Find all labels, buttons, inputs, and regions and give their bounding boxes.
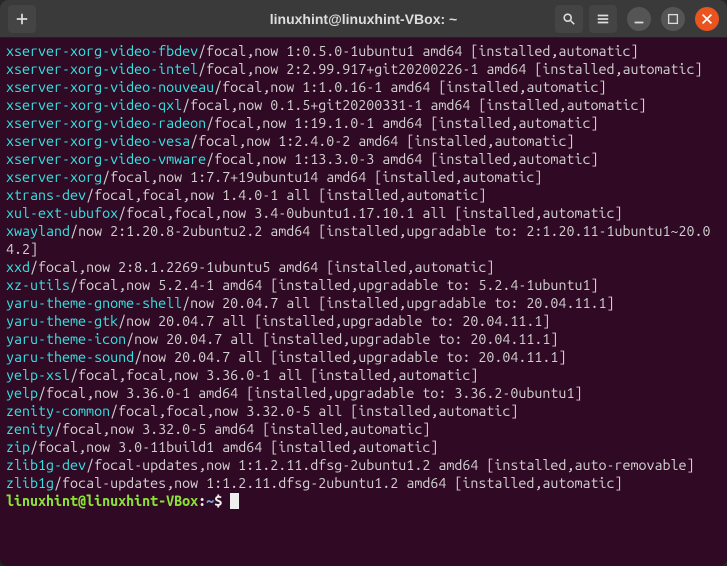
package-name: xserver-xorg-video-vesa (6, 133, 190, 149)
package-name: xserver-xorg-video-radeon (6, 115, 206, 131)
prompt-end: $ (214, 493, 230, 509)
output-line: xserver-xorg/focal,now 1:7.7+19ubuntu14 … (6, 168, 721, 186)
package-detail: /focal,focal,now 3.36.0-1 all [installed… (70, 367, 478, 383)
package-detail: /now 2:1.20.8-2ubuntu2.2 amd64 [installe… (6, 223, 711, 257)
package-detail: /focal,now 2:8.1.2269-1ubuntu5 amd64 [in… (30, 259, 494, 275)
package-detail: /now 20.04.7 all [installed,upgradable t… (126, 331, 558, 347)
package-detail: /focal,now 1:7.7+19ubuntu14 amd64 [insta… (102, 169, 542, 185)
output-line: yaru-theme-gtk/now 20.04.7 all [installe… (6, 312, 721, 330)
output-line: xz-utils/focal,now 5.2.4-1 amd64 [instal… (6, 276, 721, 294)
close-button[interactable] (695, 7, 719, 31)
output-line: zenity-common/focal,focal,now 3.32.0-5 a… (6, 402, 721, 420)
search-button[interactable] (555, 5, 583, 33)
package-name: xserver-xorg-video-qxl (6, 97, 182, 113)
package-detail: /focal,now 0.1.5+git20200331-1 amd64 [in… (182, 97, 646, 113)
package-detail: /focal,now 5.2.4-1 amd64 [installed,upgr… (70, 277, 598, 293)
new-tab-button[interactable] (8, 5, 36, 33)
package-detail: /now 20.04.7 all [installed,upgradable t… (118, 313, 550, 329)
minimize-icon (632, 12, 646, 26)
close-icon (700, 12, 714, 26)
package-detail: /focal,now 1:13.3.0-3 amd64 [installed,a… (206, 151, 598, 167)
terminal-window: linuxhint@linuxhint-VBox: ~ xserver-xorg… (0, 0, 727, 566)
output-line: zlib1g-dev/focal-updates,now 1:1.2.11.df… (6, 456, 721, 474)
package-detail: /focal,now 1:0.5.0-1ubuntu1 amd64 [insta… (198, 43, 638, 59)
package-name: yaru-theme-sound (6, 349, 134, 365)
output-line: xserver-xorg-video-intel/focal,now 2:2.9… (6, 60, 721, 78)
output-line: yelp-xsl/focal,focal,now 3.36.0-1 all [i… (6, 366, 721, 384)
output-line: xserver-xorg-video-fbdev/focal,now 1:0.5… (6, 42, 721, 60)
output-line: xserver-xorg-video-radeon/focal,now 1:19… (6, 114, 721, 132)
package-name: zip (6, 439, 30, 455)
output-line: xserver-xorg-video-qxl/focal,now 0.1.5+g… (6, 96, 721, 114)
output-line: xxd/focal,now 2:8.1.2269-1ubuntu5 amd64 … (6, 258, 721, 276)
plus-icon (15, 12, 29, 26)
package-name: zlib1g-dev (6, 457, 86, 473)
output-line: xserver-xorg-video-nouveau/focal,now 1:1… (6, 78, 721, 96)
package-name: zenity (6, 421, 54, 437)
package-name: xserver-xorg-video-fbdev (6, 43, 198, 59)
package-detail: /focal,now 2:2.99.917+git20200226-1 amd6… (198, 61, 702, 77)
output-line: xtrans-dev/focal,focal,now 1.4.0-1 all [… (6, 186, 721, 204)
search-icon (562, 12, 576, 26)
package-name: xserver-xorg (6, 169, 102, 185)
package-detail: /focal,now 1:1.0.16-1 amd64 [installed,a… (214, 79, 606, 95)
package-name: xserver-xorg-video-vmware (6, 151, 206, 167)
minimize-button[interactable] (627, 7, 651, 31)
output-line: zlib1g/focal-updates,now 1:1.2.11.dfsg-2… (6, 474, 721, 492)
output-line: yelp/focal,now 3.36.0-1 amd64 [installed… (6, 384, 721, 402)
package-detail: /focal-updates,now 1:1.2.11.dfsg-2ubuntu… (54, 475, 622, 491)
package-detail: /focal,now 1:19.1.0-1 amd64 [installed,a… (206, 115, 598, 131)
hamburger-icon (596, 12, 610, 26)
output-line: xserver-xorg-video-vesa/focal,now 1:2.4.… (6, 132, 721, 150)
output-line: xul-ext-ubufox/focal,focal,now 3.4-0ubun… (6, 204, 721, 222)
package-detail: /focal-updates,now 1:1.2.11.dfsg-2ubuntu… (86, 457, 694, 473)
package-name: yaru-theme-icon (6, 331, 126, 347)
package-name: zenity-common (6, 403, 110, 419)
output-line: yaru-theme-icon/now 20.04.7 all [install… (6, 330, 721, 348)
package-name: xserver-xorg-video-intel (6, 61, 198, 77)
package-detail: /focal,now 3.36.0-1 amd64 [installed,upg… (38, 385, 582, 401)
output-line: yaru-theme-gnome-shell/now 20.04.7 all [… (6, 294, 721, 312)
package-detail: /focal,now 3.32.0-5 amd64 [installed,aut… (54, 421, 430, 437)
output-line: zenity/focal,now 3.32.0-5 amd64 [install… (6, 420, 721, 438)
output-line: yaru-theme-sound/now 20.04.7 all [instal… (6, 348, 721, 366)
package-detail: /now 20.04.7 all [installed,upgradable t… (134, 349, 566, 365)
maximize-button[interactable] (661, 7, 685, 31)
maximize-icon (666, 12, 680, 26)
package-name: yaru-theme-gtk (6, 313, 118, 329)
prompt-line[interactable]: linuxhint@linuxhint-VBox:~$ (6, 492, 721, 510)
package-detail: /now 20.04.7 all [installed,upgradable t… (182, 295, 614, 311)
package-name: xwayland (6, 223, 70, 239)
prompt-userhost: linuxhint@linuxhint-VBox (6, 493, 198, 509)
package-detail: /focal,focal,now 3.4-0ubuntu1.17.10.1 al… (118, 205, 622, 221)
prompt-sep: : (198, 493, 206, 509)
package-name: zlib1g (6, 475, 54, 491)
prompt-path: ~ (206, 493, 214, 509)
window-title: linuxhint@linuxhint-VBox: ~ (270, 11, 457, 27)
output-line: zip/focal,now 3.0-11build1 amd64 [instal… (6, 438, 721, 456)
package-name: xul-ext-ubufox (6, 205, 118, 221)
titlebar: linuxhint@linuxhint-VBox: ~ (0, 0, 727, 38)
package-detail: /focal,now 1:2.4.0-2 amd64 [installed,au… (190, 133, 574, 149)
terminal-output[interactable]: xserver-xorg-video-fbdev/focal,now 1:0.5… (0, 38, 727, 566)
package-name: xz-utils (6, 277, 70, 293)
output-line: xserver-xorg-video-vmware/focal,now 1:13… (6, 150, 721, 168)
package-name: yelp-xsl (6, 367, 70, 383)
menu-button[interactable] (589, 5, 617, 33)
package-detail: /focal,focal,now 3.32.0-5 all [installed… (110, 403, 518, 419)
cursor (230, 493, 239, 509)
package-name: yelp (6, 385, 38, 401)
output-line: xwayland/now 2:1.20.8-2ubuntu2.2 amd64 [… (6, 222, 721, 258)
package-name: xtrans-dev (6, 187, 86, 203)
package-name: xserver-xorg-video-nouveau (6, 79, 214, 95)
package-name: xxd (6, 259, 30, 275)
package-detail: /focal,focal,now 1.4.0-1 all [installed,… (86, 187, 486, 203)
package-name: yaru-theme-gnome-shell (6, 295, 182, 311)
package-detail: /focal,now 3.0-11build1 amd64 [installed… (30, 439, 438, 455)
